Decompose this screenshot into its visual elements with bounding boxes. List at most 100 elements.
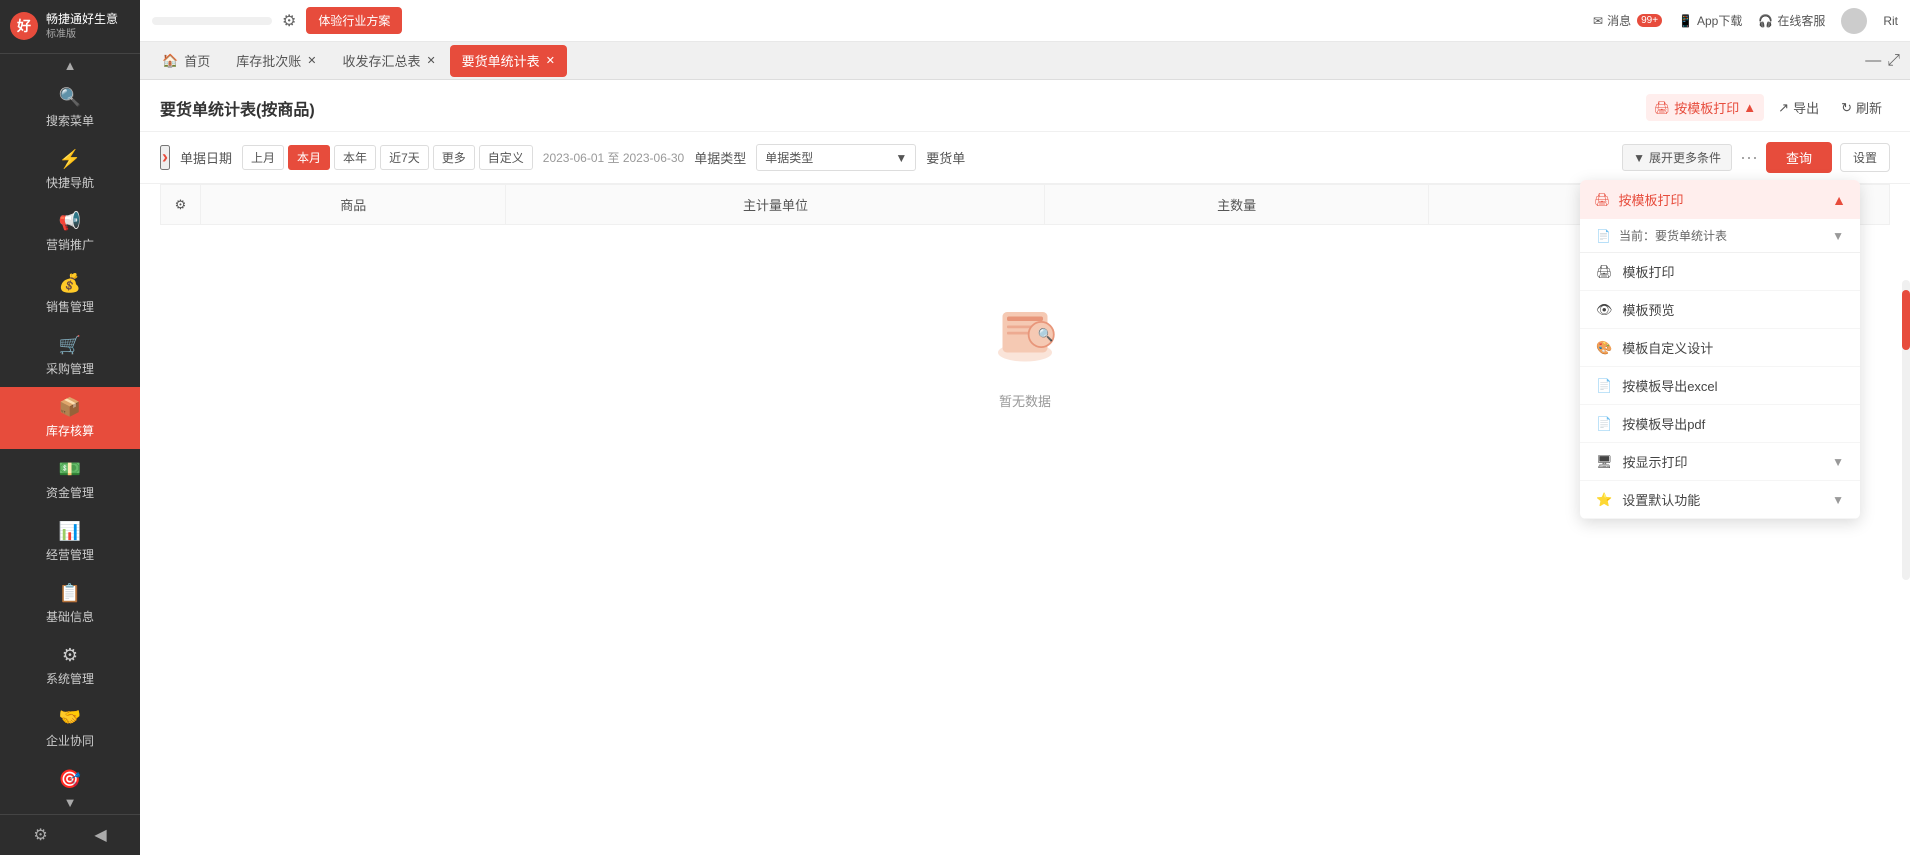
tab-minimize-btn[interactable]: — xyxy=(1865,52,1881,70)
print-template-menu-item[interactable]: 🖨 模板打印 xyxy=(1580,253,1860,291)
select-arrow-icon: ▼ xyxy=(895,151,907,165)
print-dropdown-menu: 🖨 按模板打印 ▲ 📄 当前：要货单统计表 ▼ 🖨 模板打印 👁 模板预览 xyxy=(1580,180,1860,519)
sidebar-nav: 🔍 搜索菜单 ⚡ 快捷导航 📢 营销推广 💰 销售管理 🛒 采购管理 📦 库存核… xyxy=(0,77,140,791)
sidebar-item-guide[interactable]: 🎯 新手引导 xyxy=(0,759,140,791)
message-badge: 99+ xyxy=(1637,14,1662,27)
filter-expand-btn[interactable]: › xyxy=(160,145,170,170)
top-header: ⚙ 体验行业方案 ✉ 消息 99+ 📱 App下载 🎧 在线客服 Rit xyxy=(140,0,1910,42)
print-dropdown-header[interactable]: 🖨 按模板打印 ▲ xyxy=(1580,180,1860,219)
download-icon: 📱 xyxy=(1678,14,1693,28)
page-header: 要货单统计表(按商品) 🖨 按模板打印 ▲ ↗ 导出 ↻ 刷新 xyxy=(140,80,1910,132)
print-menu-title: 按模板打印 xyxy=(1619,190,1684,209)
export-icon: ↗ xyxy=(1778,100,1789,116)
printer-icon: 🖨 xyxy=(1654,100,1671,116)
more-options-btn[interactable]: ··· xyxy=(1740,147,1758,168)
sidebar-item-collab[interactable]: 🤝 企业协同 xyxy=(0,697,140,759)
sidebar-item-inventory[interactable]: 📦 库存核算 xyxy=(0,387,140,449)
user-avatar[interactable] xyxy=(1841,8,1867,34)
sidebar-scroll-down[interactable]: ▼ xyxy=(0,791,140,814)
current-template-icon: 📄 xyxy=(1596,229,1611,243)
sidebar-item-basic[interactable]: 📋 基础信息 xyxy=(0,573,140,635)
search-icon: 🔍 xyxy=(59,87,81,108)
print-preview-menu-item[interactable]: 👁 模板预览 xyxy=(1580,291,1860,329)
order-type-select[interactable]: 单据类型 ▼ xyxy=(756,144,916,171)
vertical-scrollbar[interactable] xyxy=(1902,280,1910,580)
settings-btn[interactable]: 设置 xyxy=(1840,143,1890,172)
tab-order-stats[interactable]: 要货单统计表 ✕ xyxy=(450,45,567,77)
sidebar-item-sales[interactable]: 💰 销售管理 xyxy=(0,263,140,325)
purchase-icon: 🛒 xyxy=(59,335,81,356)
sidebar: 好 畅捷通好生意 标准版 ▲ 🔍 搜索菜单 ⚡ 快捷导航 📢 营销推广 💰 销售… xyxy=(0,0,140,855)
pdf-icon: 📄 xyxy=(1596,416,1612,432)
date-filter-label: 单据日期 xyxy=(180,148,232,167)
marketing-icon: 📢 xyxy=(59,211,81,232)
sidebar-item-purchase[interactable]: 🛒 采购管理 xyxy=(0,325,140,387)
tab-close-receivable[interactable]: ✕ xyxy=(426,54,435,67)
print-template-btn[interactable]: 🖨 按模板打印 ▲ xyxy=(1646,94,1764,121)
expand-more-btn[interactable]: ▼ 展开更多条件 xyxy=(1622,144,1732,171)
col-product-header: 商品 xyxy=(201,185,506,225)
last-7days-btn[interactable]: 近7天 xyxy=(380,145,429,170)
app-logo-text: 畅捷通好生意 标准版 xyxy=(46,12,118,41)
current-template-arrow: ▼ xyxy=(1832,229,1844,243)
tab-expand-btn[interactable]: ⤢ xyxy=(1887,52,1900,70)
guide-icon: 🎯 xyxy=(59,769,81,790)
custom-date-btn[interactable]: 自定义 xyxy=(479,145,533,170)
col-qty-header: 主数量 xyxy=(1045,185,1428,225)
this-month-btn[interactable]: 本月 xyxy=(288,145,330,170)
user-name[interactable]: Rit xyxy=(1883,14,1898,28)
inventory-icon: 📦 xyxy=(59,397,81,418)
collapse-sidebar-btn[interactable]: ◀ xyxy=(94,825,106,845)
collab-icon: 🤝 xyxy=(59,707,81,728)
export-btn[interactable]: ↗ 导出 xyxy=(1770,94,1827,121)
app-download-btn[interactable]: 📱 App下载 xyxy=(1678,12,1742,29)
this-year-btn[interactable]: 本年 xyxy=(334,145,376,170)
print-icon: 🖨 xyxy=(1596,264,1613,280)
excel-icon: 📄 xyxy=(1596,378,1612,394)
print-menu-collapse-btn[interactable]: ▲ xyxy=(1832,192,1846,208)
search-bar[interactable] xyxy=(152,17,272,25)
export-excel-menu-item[interactable]: 📄 按模板导出excel xyxy=(1580,367,1860,405)
date-buttons: 上月 本月 本年 近7天 更多 自定义 xyxy=(242,145,533,170)
display-icon: 🖥 xyxy=(1596,454,1613,470)
sidebar-item-system[interactable]: ⚙ 系统管理 xyxy=(0,635,140,697)
col-settings-header[interactable]: ⚙ xyxy=(161,185,201,225)
printer-menu-icon: 🖨 xyxy=(1594,192,1611,208)
sidebar-item-operation[interactable]: 📊 经营管理 xyxy=(0,511,140,573)
sidebar-item-shortcut[interactable]: ⚡ 快捷导航 xyxy=(0,139,140,201)
refresh-btn[interactable]: ↻ 刷新 xyxy=(1833,94,1890,121)
trial-button[interactable]: 体验行业方案 xyxy=(306,7,402,34)
sidebar-item-marketing[interactable]: 📢 营销推广 xyxy=(0,201,140,263)
tab-close-batch[interactable]: ✕ xyxy=(307,54,316,67)
more-date-btn[interactable]: 更多 xyxy=(433,145,475,170)
tab-close-order-stats[interactable]: ✕ xyxy=(546,54,555,67)
preview-icon: 👁 xyxy=(1596,302,1613,318)
message-icon: ✉ xyxy=(1593,14,1603,28)
sidebar-item-finance[interactable]: 💵 资金管理 xyxy=(0,449,140,511)
page-header-actions: 🖨 按模板打印 ▲ ↗ 导出 ↻ 刷新 xyxy=(1646,94,1890,121)
gear-icon[interactable]: ⚙ xyxy=(282,11,296,31)
display-print-menu-item[interactable]: 🖥 按显示打印 ▼ xyxy=(1580,443,1860,481)
yh-filter-label: 要货单 xyxy=(926,148,965,167)
query-btn[interactable]: 查询 xyxy=(1766,142,1832,173)
message-btn[interactable]: ✉ 消息 99+ xyxy=(1593,12,1662,29)
sidebar-logo: 好 畅捷通好生意 标准版 xyxy=(0,0,140,54)
scrollbar-thumb[interactable] xyxy=(1902,290,1910,350)
online-service-btn[interactable]: 🎧 在线客服 xyxy=(1758,12,1825,29)
submenu-arrow-icon: ▼ xyxy=(1832,455,1844,469)
tab-batch-account[interactable]: 库存批次账 ✕ xyxy=(224,45,328,77)
tab-receivable-summary[interactable]: 收发存汇总表 ✕ xyxy=(330,45,447,77)
tab-home[interactable]: 🏠 首页 xyxy=(150,45,222,77)
set-default-menu-item[interactable]: ⭐ 设置默认功能 ▼ xyxy=(1580,481,1860,519)
prev-month-btn[interactable]: 上月 xyxy=(242,145,284,170)
sidebar-item-search[interactable]: 🔍 搜索菜单 xyxy=(0,77,140,139)
order-type-label: 单据类型 xyxy=(694,148,746,167)
export-pdf-menu-item[interactable]: 📄 按模板导出pdf xyxy=(1580,405,1860,443)
template-design-menu-item[interactable]: 🎨 模板自定义设计 xyxy=(1580,329,1860,367)
svg-text:🔍: 🔍 xyxy=(1038,326,1054,342)
settings-footer-btn[interactable]: ⚙ xyxy=(33,825,47,845)
refresh-icon: ↻ xyxy=(1841,100,1852,116)
sidebar-scroll-up[interactable]: ▲ xyxy=(0,54,140,77)
empty-icon: 🔍 xyxy=(980,285,1070,375)
page-title: 要货单统计表(按商品) xyxy=(160,96,315,120)
